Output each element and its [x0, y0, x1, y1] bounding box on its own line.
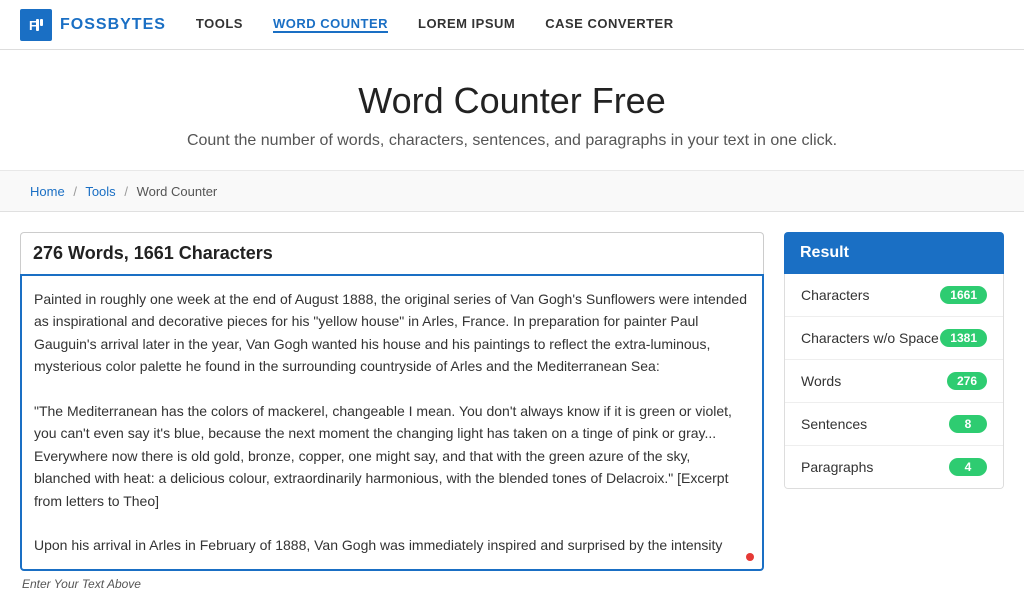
label-paragraphs: Paragraphs [801, 459, 873, 475]
site-logo[interactable]: F FOSSBYTES [20, 9, 166, 41]
label-sentences: Sentences [801, 416, 867, 432]
nav-links: TOOLS WORD COUNTER LOREM IPSUM CASE CONV… [196, 16, 674, 33]
breadcrumb-sep2: / [124, 184, 128, 199]
label-characters: Characters [801, 287, 869, 303]
hero-section: Word Counter Free Count the number of wo… [0, 50, 1024, 171]
nav-lorem-ipsum[interactable]: LOREM IPSUM [418, 16, 515, 33]
breadcrumb: Home / Tools / Word Counter [30, 184, 217, 199]
badge-words: 276 [947, 372, 987, 390]
page-title: Word Counter Free [20, 80, 1004, 122]
red-dot-indicator [746, 553, 754, 561]
nav-case-converter[interactable]: CASE CONVERTER [545, 16, 673, 33]
badge-paragraphs: 4 [949, 458, 987, 476]
breadcrumb-tools[interactable]: Tools [85, 184, 115, 199]
nav-tools[interactable]: TOOLS [196, 16, 243, 33]
result-row-sentences: Sentences 8 [785, 403, 1003, 446]
label-chars-no-space: Characters w/o Space [801, 330, 939, 346]
result-row-chars-no-space: Characters w/o Space 1381 [785, 317, 1003, 360]
breadcrumb-current: Word Counter [137, 184, 218, 199]
breadcrumb-sep1: / [73, 184, 77, 199]
badge-chars-no-space: 1381 [940, 329, 987, 347]
label-words: Words [801, 373, 841, 389]
breadcrumb-bar: Home / Tools / Word Counter [0, 171, 1024, 212]
logo-icon: F [20, 9, 52, 41]
text-input[interactable] [22, 276, 762, 566]
result-row-words: Words 276 [785, 360, 1003, 403]
badge-sentences: 8 [949, 415, 987, 433]
hero-subtitle: Count the number of words, characters, s… [20, 132, 1004, 150]
navbar: F FOSSBYTES TOOLS WORD COUNTER LOREM IPS… [0, 0, 1024, 50]
result-row-paragraphs: Paragraphs 4 [785, 446, 1003, 488]
logo-text: FOSSBYTES [60, 16, 166, 34]
word-count-summary: 276 Words, 1661 Characters [20, 232, 764, 274]
right-panel: Result Characters 1661 Characters w/o Sp… [784, 232, 1004, 591]
textarea-wrapper [20, 274, 764, 571]
svg-text:F: F [29, 18, 37, 33]
breadcrumb-home[interactable]: Home [30, 184, 65, 199]
left-panel: 276 Words, 1661 Characters Enter Your Te… [20, 232, 764, 591]
main-content: 276 Words, 1661 Characters Enter Your Te… [0, 212, 1024, 601]
nav-word-counter[interactable]: WORD COUNTER [273, 16, 388, 33]
text-hint: Enter Your Text Above [20, 577, 764, 591]
result-header: Result [784, 232, 1004, 274]
result-table: Characters 1661 Characters w/o Space 138… [784, 274, 1004, 489]
result-row-characters: Characters 1661 [785, 274, 1003, 317]
badge-characters: 1661 [940, 286, 987, 304]
